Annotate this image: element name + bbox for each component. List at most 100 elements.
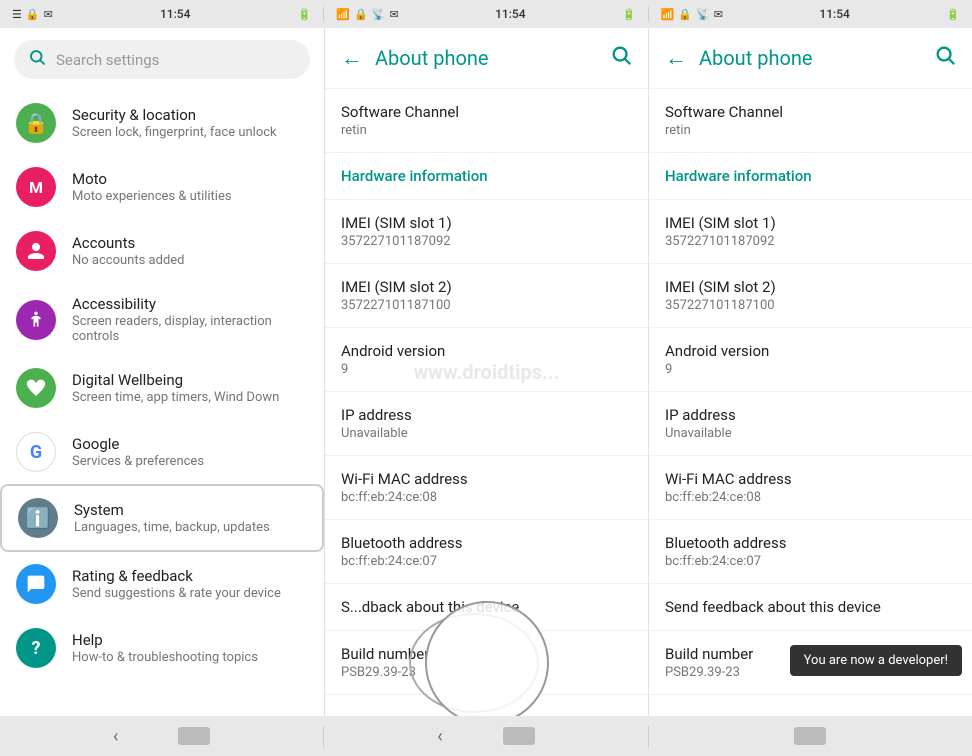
- about-hardware-info-r[interactable]: Hardware information: [649, 153, 972, 200]
- sidebar-item-security[interactable]: 🔒 Security & location Screen lock, finge…: [0, 91, 324, 155]
- about-imei2-r[interactable]: IMEI (SIM slot 2) 357227101187100: [649, 264, 972, 328]
- digital-wellbeing-text: Digital Wellbeing Screen time, app timer…: [72, 371, 279, 405]
- nav-back-1[interactable]: ‹: [113, 726, 118, 747]
- about-software-channel-r[interactable]: Software Channel retin: [649, 89, 972, 153]
- bottom-nav-2: ‹: [324, 726, 648, 747]
- status-icons-left: ☰ 🔒 ✉: [12, 8, 53, 21]
- about-feedback-r[interactable]: Send feedback about this device: [649, 584, 972, 631]
- imei2-value-r: 357227101187100: [665, 298, 956, 313]
- icon-data-3: 📡: [696, 8, 710, 21]
- google-icon: G: [16, 432, 56, 472]
- android-title-m: Android version: [341, 342, 632, 360]
- accounts-text: Accounts No accounts added: [72, 234, 185, 268]
- wifi-title-r: Wi-Fi MAC address: [665, 470, 956, 488]
- search-bar[interactable]: Search settings: [14, 40, 310, 79]
- nav-back-2[interactable]: ‹: [437, 726, 442, 747]
- about-wifi-r[interactable]: Wi-Fi MAC address bc:ff:eb:24:ce:08: [649, 456, 972, 520]
- ip-value-r: Unavailable: [665, 426, 956, 441]
- bt-title-r: Bluetooth address: [665, 534, 956, 552]
- icon-msg: ✉: [44, 8, 53, 21]
- rating-text: Rating & feedback Send suggestions & rat…: [72, 567, 281, 601]
- status-panel-3: 📶 🔒 📡 ✉ 11:54 🔋: [648, 7, 972, 21]
- about-list-right: Software Channel retin Hardware informat…: [649, 89, 972, 716]
- about-ip-r[interactable]: IP address Unavailable: [649, 392, 972, 456]
- accessibility-title: Accessibility: [72, 295, 308, 313]
- back-button-middle[interactable]: ←: [341, 45, 363, 71]
- bt-value-r: bc:ff:eb:24:ce:07: [665, 554, 956, 569]
- google-text: Google Services & preferences: [72, 435, 204, 469]
- icon-data-2: 📡: [372, 8, 386, 21]
- search-placeholder: Search settings: [56, 51, 159, 69]
- battery-3: 🔋: [946, 8, 960, 21]
- status-icons-3: 📶 🔒 📡 ✉: [661, 8, 723, 21]
- build-value-m: PSB29.39-23: [341, 665, 632, 680]
- sidebar-item-system[interactable]: ℹ️ System Languages, time, backup, updat…: [0, 484, 324, 552]
- software-channel-title-m: Software Channel: [341, 103, 632, 121]
- hardware-info-title-m: Hardware information: [341, 167, 632, 185]
- help-title: Help: [72, 631, 258, 649]
- accessibility-text: Accessibility Screen readers, display, i…: [72, 295, 308, 344]
- sidebar-item-accessibility[interactable]: Accessibility Screen readers, display, i…: [0, 283, 324, 356]
- imei1-value-r: 357227101187092: [665, 234, 956, 249]
- help-text: Help How-to & troubleshooting topics: [72, 631, 258, 665]
- imei1-value-m: 357227101187092: [341, 234, 632, 249]
- search-header-icon-middle[interactable]: [610, 44, 632, 72]
- search-header-icon-right[interactable]: [934, 44, 956, 72]
- search-icon: [28, 48, 46, 71]
- moto-subtitle: Moto experiences & utilities: [72, 189, 232, 204]
- bt-value-m: bc:ff:eb:24:ce:07: [341, 554, 632, 569]
- sidebar-item-google[interactable]: G Google Services & preferences: [0, 420, 324, 484]
- icon-lock-3: 🔒: [678, 8, 692, 21]
- about-android-r[interactable]: Android version 9: [649, 328, 972, 392]
- hardware-info-title-r: Hardware information: [665, 167, 956, 185]
- back-button-right[interactable]: ←: [665, 45, 687, 71]
- status-bar: ☰ 🔒 ✉ 11:54 🔋 📶 🔒 📡 ✉ 11:54 🔋 📶 🔒 📡 ✉ 11…: [0, 0, 972, 28]
- status-time-2: 11:54: [495, 7, 525, 21]
- about-ip-m[interactable]: IP address Unavailable: [325, 392, 648, 456]
- about-hardware-info-m[interactable]: Hardware information: [325, 153, 648, 200]
- about-list-middle: Software Channel retin Hardware informat…: [325, 89, 648, 716]
- status-time-3: 11:54: [819, 7, 849, 21]
- accounts-title: Accounts: [72, 234, 185, 252]
- about-bt-r[interactable]: Bluetooth address bc:ff:eb:24:ce:07: [649, 520, 972, 584]
- ip-title-m: IP address: [341, 406, 632, 424]
- about-imei2-m[interactable]: IMEI (SIM slot 2) 357227101187100: [325, 264, 648, 328]
- sidebar-item-rating[interactable]: Rating & feedback Send suggestions & rat…: [0, 552, 324, 616]
- sidebar-item-digital-wellbeing[interactable]: Digital Wellbeing Screen time, app timer…: [0, 356, 324, 420]
- about-build-m[interactable]: Build number PSB29.39-23: [325, 631, 648, 695]
- sidebar-item-accounts[interactable]: Accounts No accounts added: [0, 219, 324, 283]
- digital-wellbeing-icon: [16, 368, 56, 408]
- accessibility-subtitle: Screen readers, display, interaction con…: [72, 314, 308, 344]
- about-imei1-m[interactable]: IMEI (SIM slot 1) 357227101187092: [325, 200, 648, 264]
- about-wifi-m[interactable]: Wi-Fi MAC address bc:ff:eb:24:ce:08: [325, 456, 648, 520]
- security-icon: 🔒: [16, 103, 56, 143]
- sidebar-item-help[interactable]: ? Help How-to & troubleshooting topics: [0, 616, 324, 680]
- imei2-title-m: IMEI (SIM slot 2): [341, 278, 632, 296]
- icon-menu: ☰: [12, 8, 22, 21]
- about-feedback-m[interactable]: S...dback about this device: [325, 584, 648, 631]
- nav-home-3[interactable]: [794, 727, 826, 745]
- about-imei1-r[interactable]: IMEI (SIM slot 1) 357227101187092: [649, 200, 972, 264]
- software-channel-value-m: retin: [341, 123, 632, 138]
- bottom-nav-1: ‹: [0, 726, 324, 747]
- imei2-title-r: IMEI (SIM slot 2): [665, 278, 956, 296]
- digital-wellbeing-title: Digital Wellbeing: [72, 371, 279, 389]
- battery-2: 🔋: [622, 8, 636, 21]
- nav-home-1[interactable]: [178, 727, 210, 745]
- status-icons-2: 📶 🔒 📡 ✉: [336, 8, 398, 21]
- icon-lock: 🔒: [26, 8, 40, 21]
- rating-subtitle: Send suggestions & rate your device: [72, 586, 281, 601]
- nav-home-2[interactable]: [503, 727, 535, 745]
- about-bt-m[interactable]: Bluetooth address bc:ff:eb:24:ce:07: [325, 520, 648, 584]
- security-subtitle: Screen lock, fingerprint, face unlock: [72, 125, 277, 140]
- ip-value-m: Unavailable: [341, 426, 632, 441]
- about-android-m[interactable]: Android version 9: [325, 328, 648, 392]
- imei1-title-r: IMEI (SIM slot 1): [665, 214, 956, 232]
- about-header-middle: ← About phone: [325, 28, 648, 89]
- about-header-right: ← About phone: [649, 28, 972, 89]
- software-channel-value-r: retin: [665, 123, 956, 138]
- bottom-nav-3: [649, 727, 972, 745]
- android-value-r: 9: [665, 362, 956, 377]
- sidebar-item-moto[interactable]: M Moto Moto experiences & utilities: [0, 155, 324, 219]
- about-software-channel-m[interactable]: Software Channel retin: [325, 89, 648, 153]
